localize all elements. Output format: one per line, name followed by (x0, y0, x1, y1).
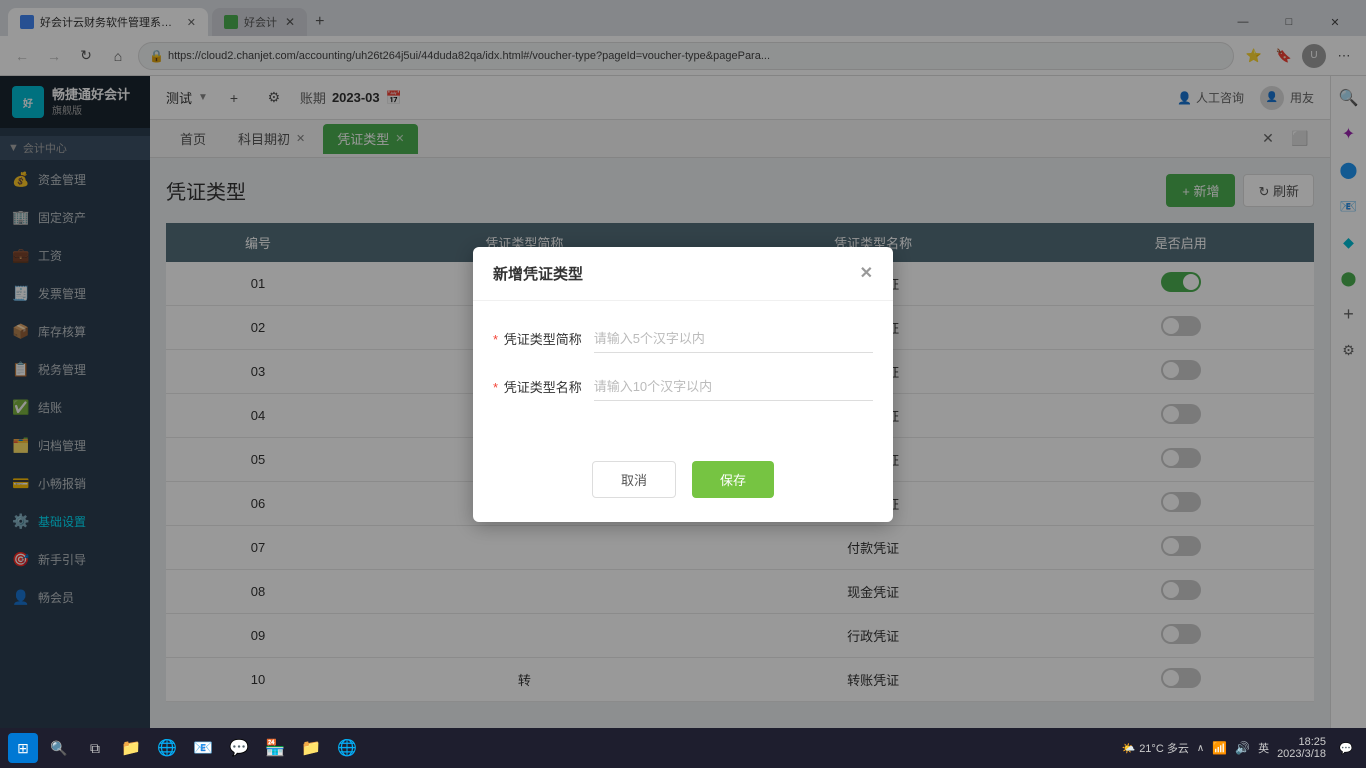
wifi-icon: 📶 (1212, 741, 1227, 755)
taskbar-arrow-up[interactable]: ∧ (1197, 743, 1204, 754)
edge-icon: 🌐 (337, 738, 357, 758)
taskbar-clock[interactable]: 18:25 2023/3/18 (1277, 736, 1326, 760)
add-voucher-type-modal: 新增凭证类型 ✕ * 凭证类型简称 * 凭证类型名称 取消 保存 (473, 247, 893, 522)
volume-icon: 🔊 (1235, 741, 1250, 755)
taskbar: ⊞ 🔍 ⧉ 📁 🌐 📧 💬 🏪 📁 🌐 🌤️ 21°C 多云 ∧ 📶 🔊 英 1… (0, 728, 1366, 768)
form-row-short: * 凭证类型简称 (493, 325, 873, 353)
short-input[interactable] (594, 325, 873, 353)
taskbar-wechat[interactable]: 💬 (224, 733, 254, 763)
taskbar-search[interactable]: 🔍 (44, 733, 74, 763)
wechat-icon: 💬 (229, 738, 249, 758)
mail-icon: 📧 (193, 738, 213, 758)
task-view-icon: ⧉ (90, 740, 100, 757)
modal-footer: 取消 保存 (473, 445, 893, 522)
taskbar-explorer[interactable]: 📁 (116, 733, 146, 763)
time-display: 18:25 (1298, 736, 1326, 748)
weather-icon: 🌤️ (1121, 742, 1135, 755)
taskbar-search-icon: 🔍 (50, 740, 67, 757)
taskbar-chrome[interactable]: 🌐 (152, 733, 182, 763)
start-button[interactable]: ⊞ (8, 733, 38, 763)
notification-button[interactable]: 💬 (1334, 736, 1358, 760)
modal-close-button[interactable]: ✕ (860, 263, 873, 283)
required-star-1: * (493, 332, 498, 347)
short-label-text: 凭证类型简称 (504, 332, 582, 347)
taskbar-files[interactable]: 📁 (296, 733, 326, 763)
modal-title: 新增凭证类型 (493, 263, 583, 284)
name-label: * 凭证类型名称 (493, 377, 582, 396)
name-label-text: 凭证类型名称 (504, 380, 582, 395)
cancel-button[interactable]: 取消 (592, 461, 676, 498)
store-icon: 🏪 (265, 738, 285, 758)
lang-indicator: 英 (1258, 740, 1269, 756)
save-button[interactable]: 保存 (692, 461, 774, 498)
taskbar-right: 🌤️ 21°C 多云 ∧ 📶 🔊 英 18:25 2023/3/18 💬 (1121, 736, 1358, 760)
date-display: 2023/3/18 (1277, 748, 1326, 760)
taskbar-task-view[interactable]: ⧉ (80, 733, 110, 763)
modal-header: 新增凭证类型 ✕ (473, 247, 893, 301)
name-input[interactable] (594, 373, 873, 401)
taskbar-mail[interactable]: 📧 (188, 733, 218, 763)
taskbar-edge[interactable]: 🌐 (332, 733, 362, 763)
explorer-icon: 📁 (121, 738, 141, 758)
short-label: * 凭证类型简称 (493, 329, 582, 348)
files-icon: 📁 (301, 738, 321, 758)
modal-body: * 凭证类型简称 * 凭证类型名称 (473, 301, 893, 445)
required-star-2: * (493, 380, 498, 395)
modal-overlay[interactable]: 新增凭证类型 ✕ * 凭证类型简称 * 凭证类型名称 取消 保存 (0, 0, 1366, 768)
start-icon: ⊞ (17, 740, 29, 757)
weather-text: 21°C 多云 (1139, 740, 1189, 756)
form-row-name: * 凭证类型名称 (493, 373, 873, 401)
taskbar-store[interactable]: 🏪 (260, 733, 290, 763)
chrome-icon: 🌐 (157, 738, 177, 758)
taskbar-weather: 🌤️ 21°C 多云 (1121, 740, 1188, 756)
